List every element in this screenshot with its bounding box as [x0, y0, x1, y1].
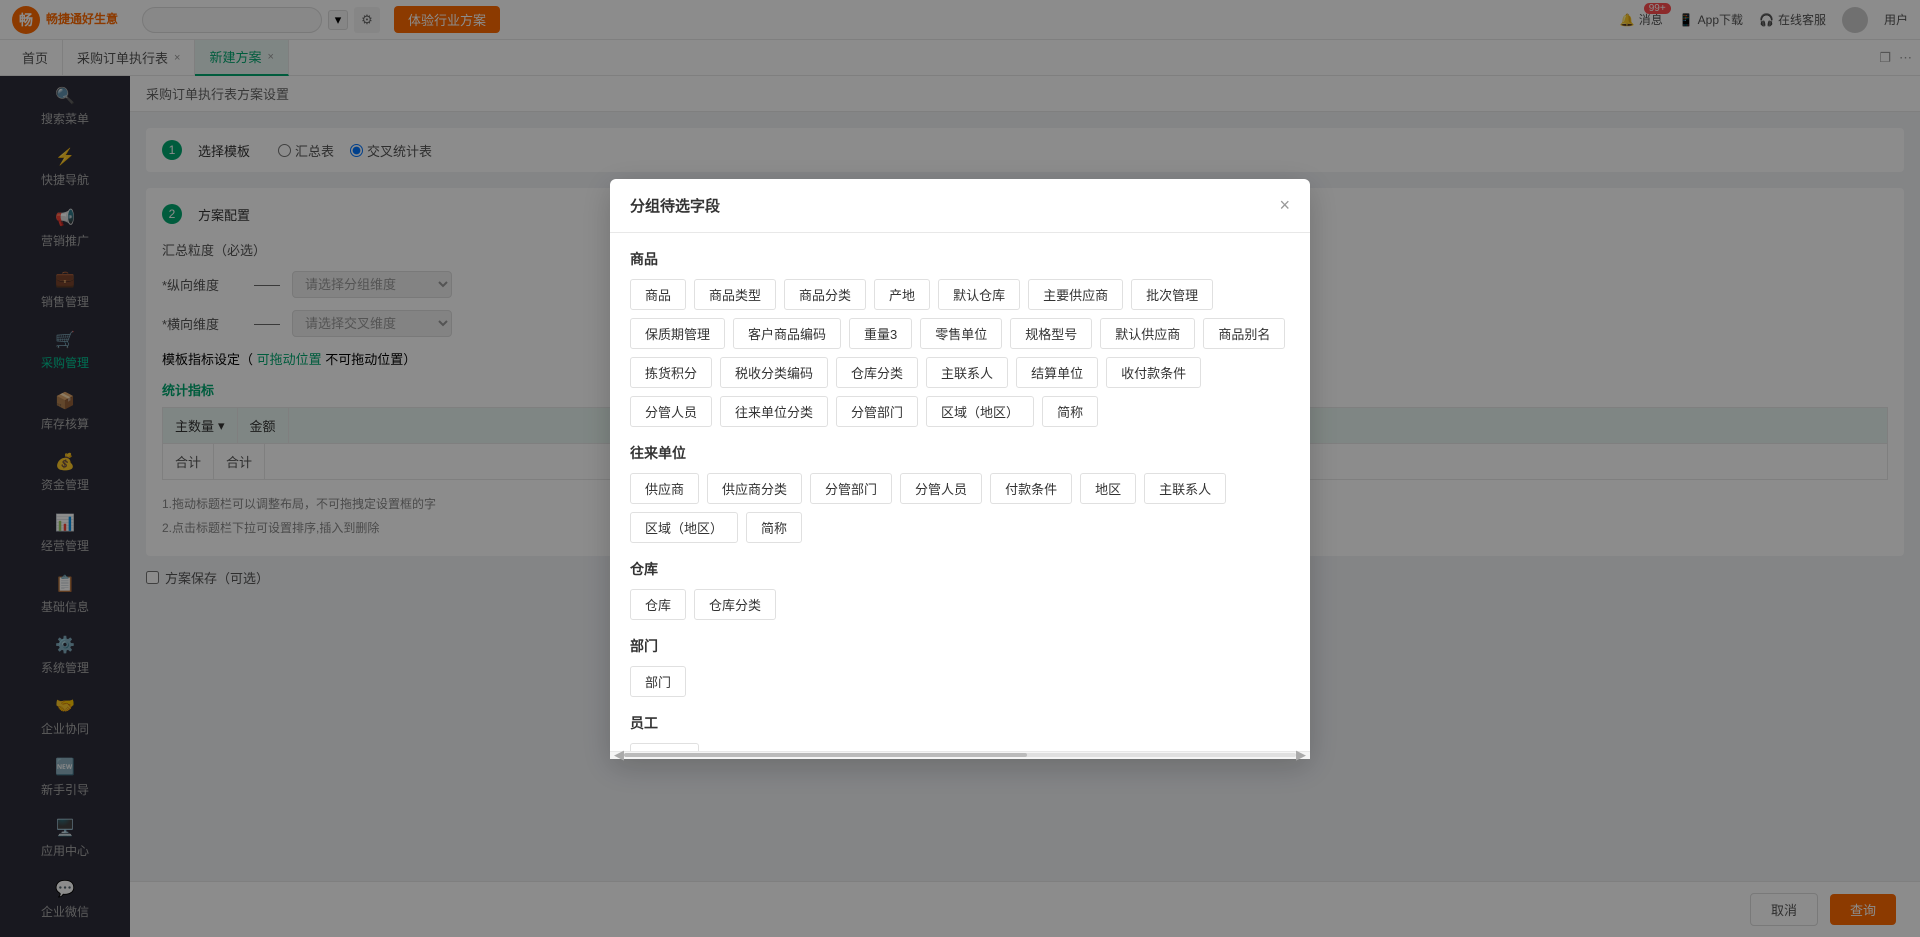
modal-section-chips-3: 部门	[630, 666, 1290, 697]
modal-section-chips-1: 供应商供应商分类分管部门分管人员付款条件地区主联系人区域（地区） 简称	[630, 473, 1290, 543]
modal-body[interactable]: 商品商品商品类型商品分类产地默认仓库主要供应商批次管理保质期管理客户商品编码重量…	[610, 233, 1310, 751]
field-chip-1-1[interactable]: 供应商分类	[707, 473, 802, 504]
field-chip-0-0[interactable]: 商品	[630, 279, 686, 310]
field-chip-0-9[interactable]: 重量3	[849, 318, 912, 349]
field-chip-0-18[interactable]: 结算单位	[1016, 357, 1098, 388]
modal-section-title-3: 部门	[630, 636, 1290, 656]
field-chip-0-15[interactable]: 税收分类编码	[720, 357, 828, 388]
modal-section-chips-4: 业务员	[630, 743, 1290, 751]
field-chip-1-3[interactable]: 分管人员	[900, 473, 982, 504]
field-chip-2-0[interactable]: 仓库	[630, 589, 686, 620]
modal-horizontal-scrollbar[interactable]: ◀ ▶	[610, 751, 1310, 759]
modal-title: 分组待选字段	[630, 195, 720, 216]
field-chip-0-23[interactable]: 区域（地区）	[926, 396, 1034, 427]
field-chip-0-6[interactable]: 批次管理	[1131, 279, 1213, 310]
field-chip-1-2[interactable]: 分管部门	[810, 473, 892, 504]
field-chip-0-24[interactable]: 简称	[1042, 396, 1098, 427]
hscroll-left-arrow[interactable]: ◀	[614, 747, 624, 763]
modal-section-chips-0: 商品商品类型商品分类产地默认仓库主要供应商批次管理保质期管理客户商品编码重量3 零…	[630, 279, 1290, 427]
hscroll-track	[624, 753, 1296, 757]
modal-section-title-1: 往来单位	[630, 443, 1290, 463]
field-chip-4-0[interactable]: 业务员	[630, 743, 699, 751]
field-chip-3-0[interactable]: 部门	[630, 666, 686, 697]
field-chip-0-3[interactable]: 产地	[874, 279, 930, 310]
modal-section-title-0: 商品	[630, 249, 1290, 269]
field-chip-2-1[interactable]: 仓库分类	[694, 589, 776, 620]
field-chip-0-10[interactable]: 零售单位	[920, 318, 1002, 349]
field-chip-0-20[interactable]: 分管人员	[630, 396, 712, 427]
field-chip-0-13[interactable]: 商品别名	[1203, 318, 1285, 349]
hscroll-right-arrow[interactable]: ▶	[1296, 747, 1306, 763]
field-chip-0-16[interactable]: 仓库分类	[836, 357, 918, 388]
field-chip-0-11[interactable]: 规格型号	[1010, 318, 1092, 349]
hscroll-thumb	[624, 753, 1027, 757]
field-chip-1-6[interactable]: 主联系人	[1144, 473, 1226, 504]
modal-section-title-2: 仓库	[630, 559, 1290, 579]
field-chip-0-1[interactable]: 商品类型	[694, 279, 776, 310]
field-chip-1-4[interactable]: 付款条件	[990, 473, 1072, 504]
modal-dialog: 分组待选字段 × 商品商品商品类型商品分类产地默认仓库主要供应商批次管理保质期管…	[610, 179, 1310, 759]
field-chip-0-22[interactable]: 分管部门	[836, 396, 918, 427]
modal-section-title-4: 员工	[630, 713, 1290, 733]
field-chip-0-5[interactable]: 主要供应商	[1028, 279, 1123, 310]
modal-header: 分组待选字段 ×	[610, 179, 1310, 233]
modal-overlay[interactable]: 分组待选字段 × 商品商品商品类型商品分类产地默认仓库主要供应商批次管理保质期管…	[0, 0, 1920, 937]
field-chip-0-19[interactable]: 收付款条件	[1106, 357, 1201, 388]
field-chip-0-17[interactable]: 主联系人	[926, 357, 1008, 388]
field-chip-0-7[interactable]: 保质期管理	[630, 318, 725, 349]
field-chip-1-0[interactable]: 供应商	[630, 473, 699, 504]
field-chip-0-12[interactable]: 默认供应商	[1100, 318, 1195, 349]
modal-section-chips-2: 仓库仓库分类	[630, 589, 1290, 620]
modal-close-icon[interactable]: ×	[1279, 195, 1290, 216]
field-chip-0-8[interactable]: 客户商品编码	[733, 318, 841, 349]
field-chip-0-21[interactable]: 往来单位分类	[720, 396, 828, 427]
field-chip-0-2[interactable]: 商品分类	[784, 279, 866, 310]
field-chip-0-4[interactable]: 默认仓库	[938, 279, 1020, 310]
field-chip-1-5[interactable]: 地区	[1080, 473, 1136, 504]
field-chip-0-14[interactable]: 拣货积分	[630, 357, 712, 388]
field-chip-1-8[interactable]: 简称	[746, 512, 802, 543]
field-chip-1-7[interactable]: 区域（地区）	[630, 512, 738, 543]
